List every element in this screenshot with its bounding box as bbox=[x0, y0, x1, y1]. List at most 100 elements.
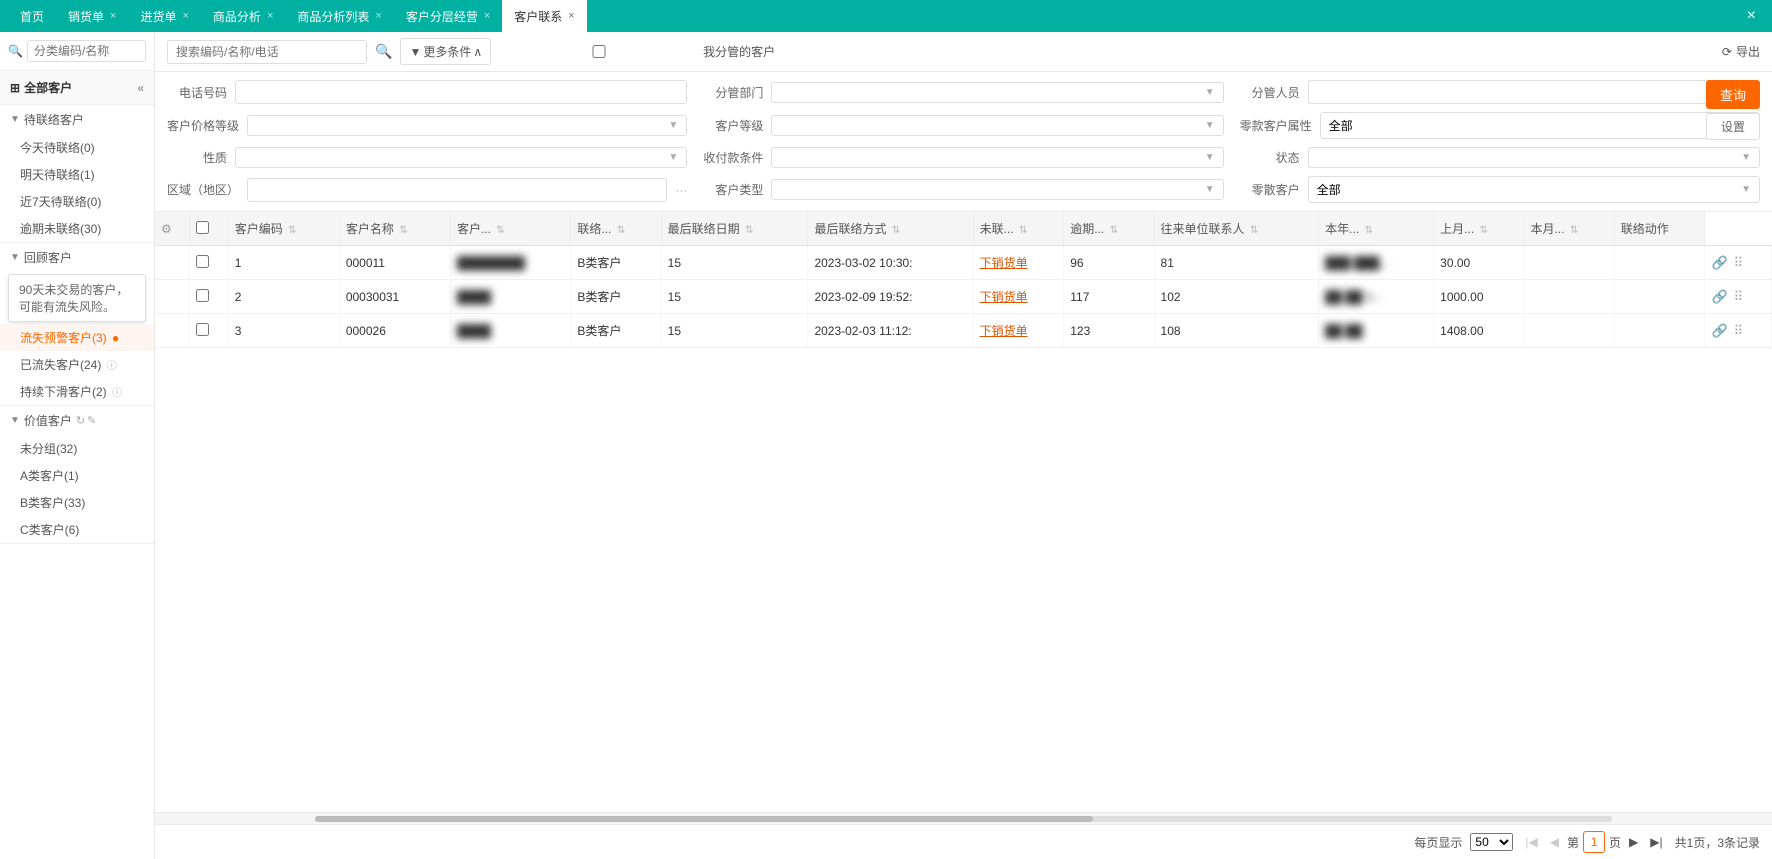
window-close-button[interactable]: × bbox=[1739, 7, 1764, 25]
nav-customer-contact[interactable]: 客户联系 × bbox=[502, 0, 586, 32]
col-last-method[interactable]: 最后联络方式 ⇅ bbox=[808, 212, 973, 246]
filter-region-input[interactable] bbox=[247, 178, 667, 202]
col-not-contacted[interactable]: 未联... ⇅ bbox=[973, 212, 1064, 246]
nav-analysis[interactable]: 商品分析 × bbox=[201, 0, 285, 32]
filter-zero-sales-row: 零款客户属性 全部 ▼ bbox=[1240, 112, 1760, 139]
sidebar-item-declining[interactable]: 持续下滑客户(2) ⓘ bbox=[0, 378, 154, 405]
sidebar-search-input[interactable] bbox=[27, 40, 146, 62]
export-button[interactable]: ⟳ 导出 bbox=[1722, 43, 1760, 60]
row-this-year-cell: 30.00 bbox=[1434, 246, 1524, 280]
sidebar-item-tomorrow[interactable]: 明天待联络(1) bbox=[0, 161, 154, 188]
next-page-button[interactable]: ▶ bbox=[1625, 833, 1642, 851]
sidebar-item-overdue[interactable]: 逾期未联络(30) bbox=[0, 215, 154, 242]
close-sales-icon[interactable]: × bbox=[110, 10, 116, 22]
price-level-chevron-icon: ▼ bbox=[668, 120, 678, 131]
filter-zero-sales-select[interactable]: 全部 ▼ bbox=[1320, 112, 1760, 139]
col-code[interactable]: 客户编码 ⇅ bbox=[228, 212, 339, 246]
settings-button[interactable]: 设置 bbox=[1706, 113, 1760, 140]
col-contact[interactable]: 联络... ⇅ bbox=[571, 212, 661, 246]
row-name-cell: ████████ bbox=[450, 246, 570, 280]
filter-manager-row: 分管人员 ··· bbox=[1240, 80, 1760, 104]
sidebar-item-c-class[interactable]: C类客户(6) bbox=[0, 516, 154, 543]
sidebar-item-7days[interactable]: 近7天待联络(0) bbox=[0, 188, 154, 215]
sidebar-item-b-class[interactable]: B类客户(33) bbox=[0, 489, 154, 516]
row-grid-icon[interactable]: ⠿ bbox=[1734, 289, 1744, 305]
row-last-month-cell bbox=[1524, 246, 1614, 280]
col-last-month[interactable]: 上月... ⇅ bbox=[1434, 212, 1524, 246]
sidebar-section-review-title[interactable]: ▼ 回顾客户 bbox=[0, 243, 154, 272]
filter-dept-select[interactable]: ▼ bbox=[771, 82, 1223, 103]
close-customer-contact-icon[interactable]: × bbox=[568, 10, 574, 22]
last-page-button[interactable]: ▶| bbox=[1646, 833, 1666, 851]
sidebar: 🔍 ⊞ 全部客户 « ▼ 待联络客户 今天待联络(0) 明天待联络(1) 近7天… bbox=[0, 32, 155, 859]
search-button[interactable]: 🔍 bbox=[375, 43, 392, 60]
query-button[interactable]: 查询 bbox=[1706, 80, 1760, 109]
row-checkbox-cell bbox=[190, 280, 229, 314]
row-checkbox[interactable] bbox=[196, 289, 209, 302]
overdue-sort-icon: ⇅ bbox=[1110, 225, 1118, 236]
last-method-link[interactable]: 下销货单 bbox=[980, 256, 1028, 270]
col-overdue[interactable]: 逾期... ⇅ bbox=[1064, 212, 1154, 246]
sidebar-item-churn-warning[interactable]: 流失预警客户(3) ● bbox=[0, 324, 154, 351]
nav-sales[interactable]: 销货单 × bbox=[56, 0, 128, 32]
per-page-select[interactable]: 50 100 200 bbox=[1470, 833, 1513, 851]
search-input[interactable] bbox=[167, 40, 367, 64]
sidebar-section-pending-title[interactable]: ▼ 待联络客户 bbox=[0, 105, 154, 134]
nav-purchase[interactable]: 进货单 × bbox=[128, 0, 200, 32]
row-checkbox[interactable] bbox=[196, 255, 209, 268]
col-type[interactable]: 客户... ⇅ bbox=[450, 212, 570, 246]
nav-customer-layer[interactable]: 客户分层经营 × bbox=[394, 0, 502, 32]
sidebar-section-value-title[interactable]: ▼ 价值客户 ↻ ✎ bbox=[0, 406, 154, 435]
horizontal-scrollbar[interactable] bbox=[155, 812, 1772, 824]
table-gear-icon[interactable]: ⚙ bbox=[161, 222, 172, 236]
sidebar-item-churned[interactable]: 已流失客户(24) ⓘ bbox=[0, 351, 154, 378]
row-link-icon[interactable]: 🔗 bbox=[1711, 323, 1727, 339]
filter-phone-input[interactable] bbox=[235, 80, 687, 104]
filter-payment-select[interactable]: ▼ bbox=[771, 147, 1223, 168]
filter-manager-input[interactable] bbox=[1308, 80, 1740, 104]
scrollbar-thumb[interactable] bbox=[315, 816, 1093, 822]
nav-analysis-list[interactable]: 商品分析列表 × bbox=[285, 0, 393, 32]
filter-zero-customer-select[interactable]: 全部 ▼ bbox=[1308, 176, 1760, 203]
value-refresh-icon[interactable]: ↻ bbox=[76, 414, 85, 427]
prev-page-button[interactable]: ◀ bbox=[1546, 833, 1563, 851]
filter-customer-type-select[interactable]: ▼ bbox=[771, 179, 1223, 200]
last-method-link[interactable]: 下销货单 bbox=[980, 290, 1028, 304]
row-grid-icon[interactable]: ⠿ bbox=[1734, 323, 1744, 339]
sidebar-tooltip: 90天未交易的客户，可能有流失风险。 bbox=[8, 274, 146, 322]
col-name[interactable]: 客户名称 ⇅ bbox=[339, 212, 450, 246]
close-purchase-icon[interactable]: × bbox=[182, 10, 188, 22]
close-analysis-icon[interactable]: × bbox=[267, 10, 273, 22]
last-method-link[interactable]: 下销货单 bbox=[980, 324, 1028, 338]
filter-customer-level-select[interactable]: ▼ bbox=[771, 115, 1223, 136]
col-this-year[interactable]: 本年... ⇅ bbox=[1319, 212, 1434, 246]
row-not-contacted-cell: 96 bbox=[1064, 246, 1154, 280]
filter-status-select[interactable]: ▼ bbox=[1308, 147, 1760, 168]
col-this-month[interactable]: 本月... ⇅ bbox=[1524, 212, 1614, 246]
sidebar-all-customers[interactable]: ⊞ 全部客户 « bbox=[0, 71, 154, 105]
row-overdue-cell: 81 bbox=[1154, 246, 1319, 280]
select-all-checkbox[interactable] bbox=[196, 221, 209, 234]
sidebar-item-today[interactable]: 今天待联络(0) bbox=[0, 134, 154, 161]
sidebar-item-ungroup[interactable]: 未分组(32) bbox=[0, 435, 154, 462]
first-page-button[interactable]: |◀ bbox=[1521, 833, 1541, 851]
close-analysis-list-icon[interactable]: × bbox=[375, 10, 381, 22]
region-more-icon[interactable]: ··· bbox=[675, 183, 687, 197]
row-link-icon[interactable]: 🔗 bbox=[1711, 289, 1727, 305]
filter-payment-label: 收付款条件 bbox=[703, 149, 763, 166]
more-conditions-button[interactable]: ▼ 更多条件 ∧ bbox=[400, 38, 491, 65]
filter-price-level-select[interactable]: ▼ bbox=[247, 115, 687, 136]
value-edit-icon[interactable]: ✎ bbox=[87, 414, 96, 427]
close-customer-layer-icon[interactable]: × bbox=[484, 10, 490, 22]
row-link-icon[interactable]: 🔗 bbox=[1711, 255, 1727, 271]
col-contact-person[interactable]: 往来单位联系人 ⇅ bbox=[1154, 212, 1319, 246]
row-checkbox[interactable] bbox=[196, 323, 209, 336]
row-grid-icon[interactable]: ⠿ bbox=[1734, 255, 1744, 271]
col-last-date[interactable]: 最后联络日期 ⇅ bbox=[661, 212, 808, 246]
sidebar-item-a-class[interactable]: A类客户(1) bbox=[0, 462, 154, 489]
my-customers-checkbox-label[interactable]: 我分管的客户 bbox=[499, 43, 775, 60]
my-customers-checkbox[interactable] bbox=[499, 45, 699, 58]
filter-gender-select[interactable]: ▼ bbox=[235, 147, 687, 168]
nav-home[interactable]: 首页 bbox=[8, 0, 56, 32]
customer-level-chevron-icon: ▼ bbox=[1205, 120, 1215, 131]
